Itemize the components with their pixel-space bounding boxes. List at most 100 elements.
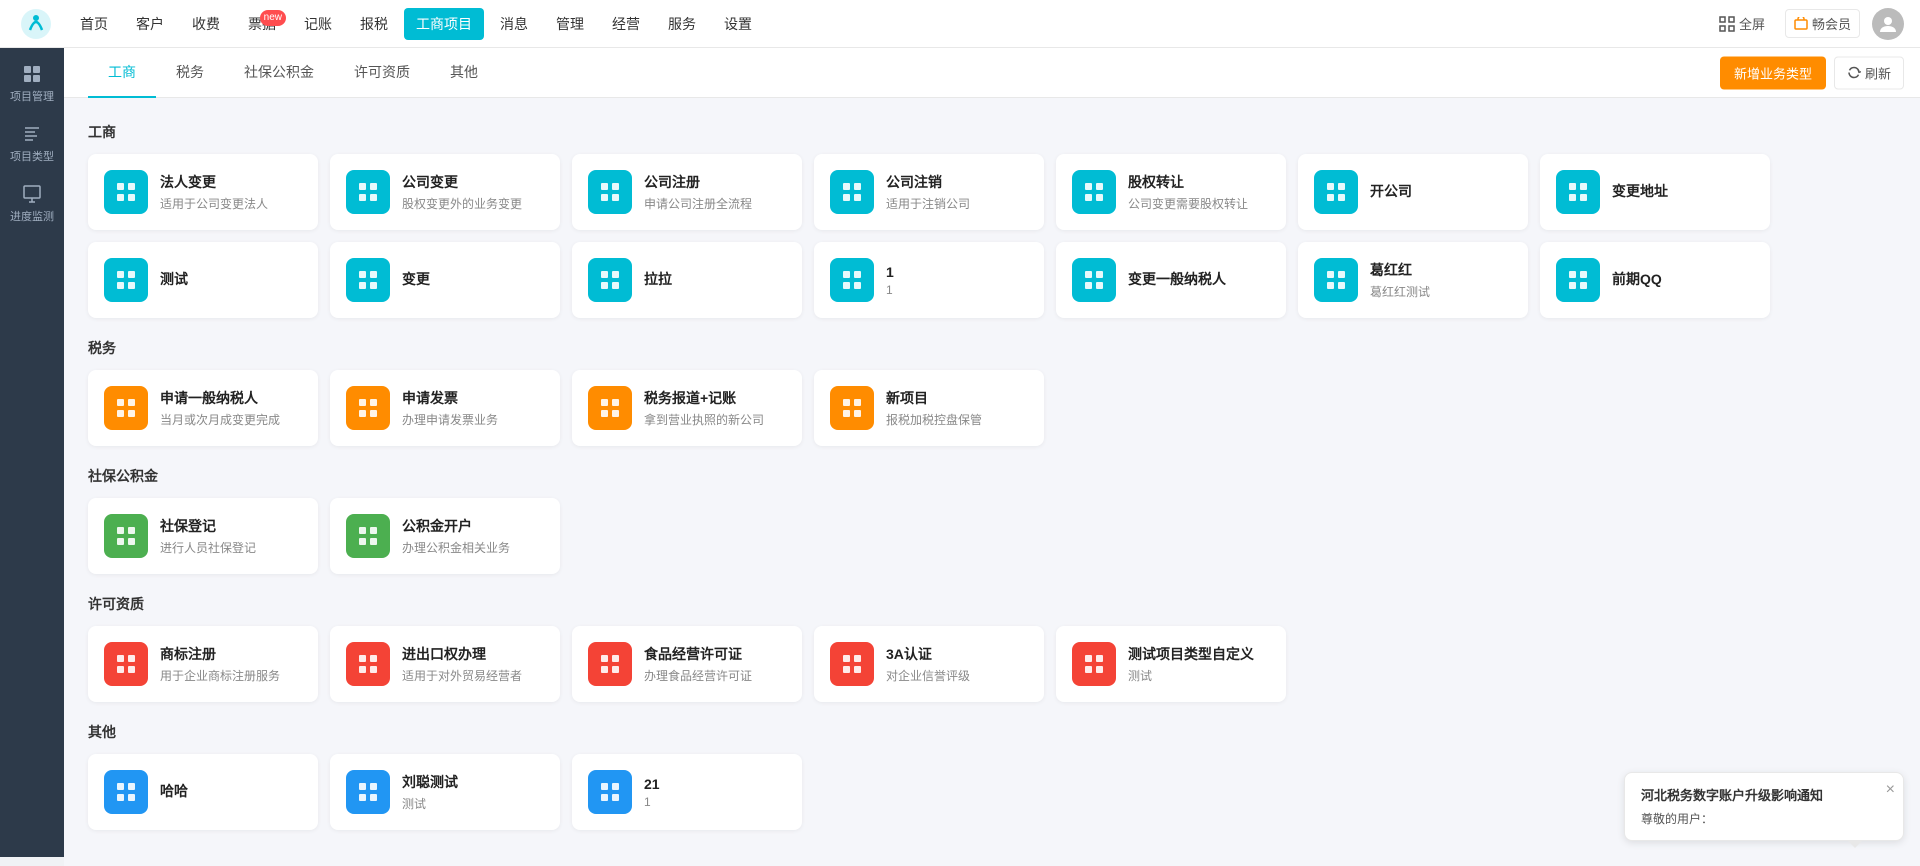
sidebar-item-project-type[interactable]: 项目类型 [4, 116, 60, 172]
card-item[interactable]: 社保登记 进行人员社保登记 [88, 498, 318, 574]
member-button[interactable]: 畅会员 [1785, 9, 1860, 38]
tab-shuiwu[interactable]: 税务 [156, 48, 224, 98]
nav-business[interactable]: 工商项目 [404, 8, 484, 40]
card-icon [104, 386, 148, 430]
refresh-label: 刷新 [1865, 63, 1891, 82]
card-icon [346, 386, 390, 430]
card-item[interactable]: 税务报道+记账 拿到营业执照的新公司 [572, 370, 802, 446]
avatar[interactable] [1872, 8, 1904, 40]
nav-bookkeeping[interactable]: 记账 [292, 8, 344, 40]
card-title: 哈哈 [160, 781, 188, 801]
card-icon [1314, 258, 1358, 302]
nav-ticket[interactable]: 票据 new [236, 8, 288, 40]
nav-tax[interactable]: 报税 [348, 8, 400, 40]
card-item[interactable]: 食品经营许可证 办理食品经营许可证 [572, 626, 802, 702]
card-title: 公积金开户 [402, 516, 510, 536]
card-item[interactable]: 测试项目类型自定义 测试 [1056, 626, 1286, 702]
section-title-shebao: 社保公积金 [88, 466, 1896, 486]
notification-bar: × 河北税务数字账户升级影响通知 尊敬的用户： [1624, 772, 1904, 841]
nav-items: 首页 客户 收费 票据 new 记账 报税 工商项目 消息 管理 经营 服务 设… [68, 8, 1711, 40]
card-text: 股权转让 公司变更需要股权转让 [1128, 172, 1248, 212]
nav-home[interactable]: 首页 [68, 8, 120, 40]
refresh-button[interactable]: 刷新 [1834, 56, 1904, 89]
card-title: 21 [644, 776, 660, 792]
card-icon [588, 386, 632, 430]
card-text: 申请发票 办理申请发票业务 [402, 388, 498, 428]
card-item[interactable]: 变更 [330, 242, 560, 318]
card-item[interactable]: 申请发票 办理申请发票业务 [330, 370, 560, 446]
sidebar-item-project-management[interactable]: 项目管理 [4, 56, 60, 112]
card-item[interactable]: 公司注销 适用于注销公司 [814, 154, 1044, 230]
card-icon [104, 514, 148, 558]
card-item[interactable]: 前期QQ [1540, 242, 1770, 318]
card-item[interactable]: 测试 [88, 242, 318, 318]
sidebar-item-progress-monitor[interactable]: 进度监测 [4, 176, 60, 232]
card-item[interactable]: 新项目 报税加税控盘保管 [814, 370, 1044, 446]
card-item[interactable]: 公司变更 股权变更外的业务变更 [330, 154, 560, 230]
nav-message[interactable]: 消息 [488, 8, 540, 40]
notification-title: 河北税务数字账户升级影响通知 [1641, 785, 1887, 804]
card-title: 刘聪测试 [402, 772, 458, 792]
card-item[interactable]: 哈哈 [88, 754, 318, 830]
nav-operation[interactable]: 经营 [600, 8, 652, 40]
card-icon [346, 770, 390, 814]
card-icon [830, 170, 874, 214]
nav-settings[interactable]: 设置 [712, 8, 764, 40]
cards-grid-gongshang: 法人变更 适用于公司变更法人 公司变更 股权变更外的业务变更 公司注册 申请公司… [88, 154, 1896, 318]
card-item[interactable]: 1 1 [814, 242, 1044, 318]
card-item[interactable]: 变更地址 [1540, 154, 1770, 230]
content-area: 工商 法人变更 适用于公司变更法人 公司变更 股权变更外的业务变更 公司注册 申… [64, 98, 1920, 866]
card-icon [588, 642, 632, 686]
card-text: 开公司 [1370, 181, 1412, 204]
card-text: 变更一般纳税人 [1128, 269, 1226, 292]
tab-other[interactable]: 其他 [430, 48, 498, 98]
card-subtitle: 1 [644, 795, 660, 809]
logo[interactable] [16, 4, 56, 44]
card-item[interactable]: 公积金开户 办理公积金相关业务 [330, 498, 560, 574]
card-item[interactable]: 申请一般纳税人 当月或次月成变更完成 [88, 370, 318, 446]
card-subtitle: 葛红红测试 [1370, 283, 1430, 300]
card-title: 1 [886, 264, 894, 280]
card-text: 公司变更 股权变更外的业务变更 [402, 172, 522, 212]
card-subtitle: 申请公司注册全流程 [644, 195, 752, 212]
fullscreen-label: 全屏 [1739, 14, 1765, 33]
card-item[interactable]: 3A认证 对企业信誉评级 [814, 626, 1044, 702]
notification-close[interactable]: × [1886, 781, 1895, 799]
nav-service[interactable]: 服务 [656, 8, 708, 40]
card-subtitle: 办理申请发票业务 [402, 411, 498, 428]
card-text: 社保登记 进行人员社保登记 [160, 516, 256, 556]
nav-customer[interactable]: 客户 [124, 8, 176, 40]
card-item[interactable]: 拉拉 [572, 242, 802, 318]
card-text: 3A认证 对企业信誉评级 [886, 644, 970, 684]
nav-fee[interactable]: 收费 [180, 8, 232, 40]
tab-gongshang[interactable]: 工商 [88, 48, 156, 98]
card-item[interactable]: 开公司 [1298, 154, 1528, 230]
card-text: 商标注册 用于企业商标注册服务 [160, 644, 280, 684]
card-item[interactable]: 进出口权办理 适用于对外贸易经营者 [330, 626, 560, 702]
card-item[interactable]: 刘聪测试 测试 [330, 754, 560, 830]
fullscreen-button[interactable]: 全屏 [1711, 10, 1773, 37]
tab-xuke[interactable]: 许可资质 [334, 48, 430, 98]
card-item[interactable]: 葛红红 葛红红测试 [1298, 242, 1528, 318]
notification-text: 尊敬的用户： [1641, 810, 1887, 828]
section-title-other: 其他 [88, 722, 1896, 742]
nav-manage[interactable]: 管理 [544, 8, 596, 40]
card-item[interactable]: 21 1 [572, 754, 802, 830]
tab-shebao[interactable]: 社保公积金 [224, 48, 334, 98]
card-item[interactable]: 股权转让 公司变更需要股权转让 [1056, 154, 1286, 230]
add-type-button[interactable]: 新增业务类型 [1720, 56, 1826, 89]
card-item[interactable]: 法人变更 适用于公司变更法人 [88, 154, 318, 230]
card-item[interactable]: 公司注册 申请公司注册全流程 [572, 154, 802, 230]
card-icon [588, 770, 632, 814]
card-text: 21 1 [644, 776, 660, 809]
card-icon [1314, 170, 1358, 214]
card-text: 哈哈 [160, 781, 188, 804]
card-title: 食品经营许可证 [644, 644, 752, 664]
card-item[interactable]: 商标注册 用于企业商标注册服务 [88, 626, 318, 702]
card-item[interactable]: 变更一般纳税人 [1056, 242, 1286, 318]
card-title: 公司注销 [886, 172, 970, 192]
card-title: 商标注册 [160, 644, 280, 664]
card-text: 申请一般纳税人 当月或次月成变更完成 [160, 388, 280, 428]
card-subtitle: 股权变更外的业务变更 [402, 195, 522, 212]
card-icon [346, 514, 390, 558]
